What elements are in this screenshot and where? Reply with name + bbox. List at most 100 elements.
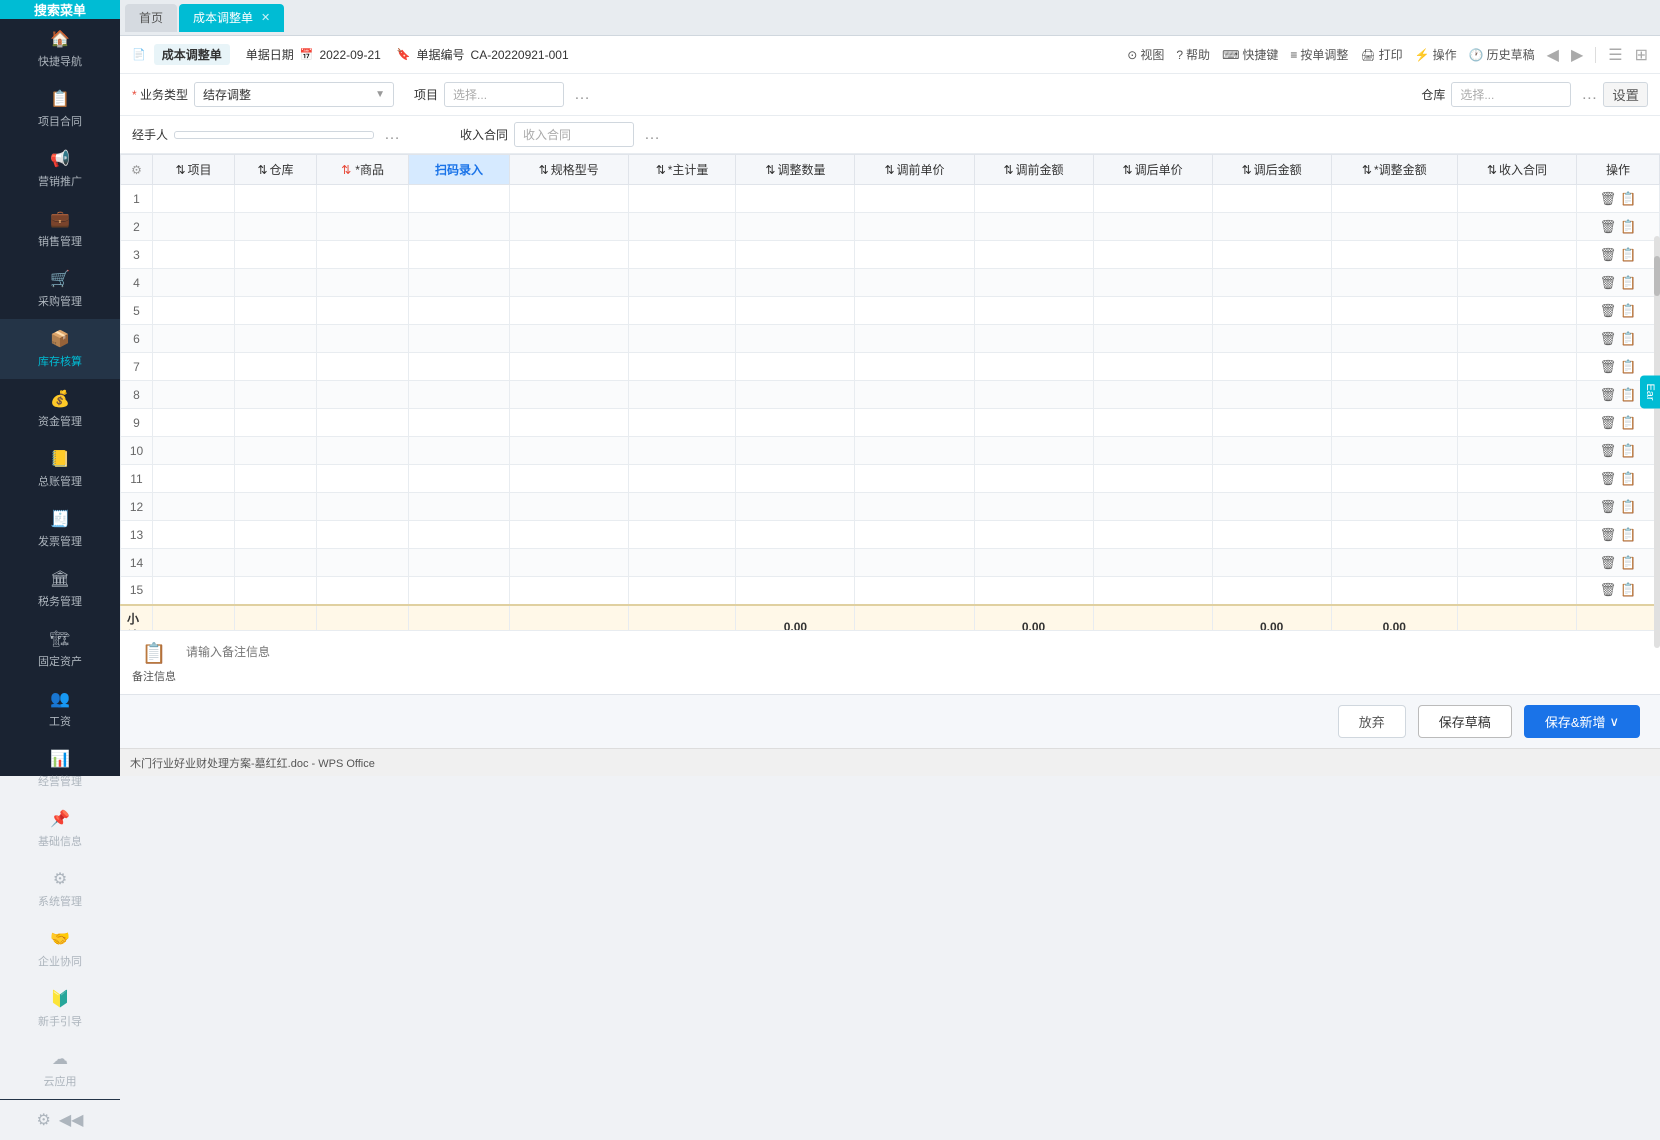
cell-2[interactable]	[316, 521, 408, 549]
cell-7[interactable]	[855, 409, 974, 437]
cell-3[interactable]	[409, 521, 509, 549]
sidebar-item-biz-collab[interactable]: 🤝 企业协同	[0, 919, 120, 979]
cell-0[interactable]	[153, 465, 235, 493]
agent-input[interactable]	[174, 131, 374, 139]
cell-10[interactable]	[1212, 325, 1331, 353]
cell-10[interactable]	[1212, 577, 1331, 605]
cell-2[interactable]	[316, 353, 408, 381]
cell-1[interactable]	[234, 521, 316, 549]
copy-row-icon[interactable]: 📋	[1620, 359, 1636, 375]
cell-6[interactable]	[736, 521, 855, 549]
tab-cost-adjust[interactable]: 成本调整单 ✕	[179, 4, 284, 32]
cell-9[interactable]	[1093, 241, 1212, 269]
cell-3[interactable]	[409, 269, 509, 297]
cell-12[interactable]	[1457, 325, 1576, 353]
cell-7[interactable]	[855, 493, 974, 521]
cell-2[interactable]	[316, 241, 408, 269]
action-operation[interactable]: ⚡ 操作	[1415, 46, 1457, 63]
cell-1[interactable]	[234, 465, 316, 493]
cell-9[interactable]	[1093, 213, 1212, 241]
cell-7[interactable]	[855, 185, 974, 213]
cell-4[interactable]	[509, 381, 628, 409]
cell-7[interactable]	[855, 325, 974, 353]
sidebar-item-payroll[interactable]: 👥 工资	[0, 679, 120, 739]
cell-1[interactable]	[234, 577, 316, 605]
copy-row-icon[interactable]: 📋	[1620, 582, 1636, 598]
cell-12[interactable]	[1457, 185, 1576, 213]
cell-8[interactable]	[974, 353, 1093, 381]
cell-7[interactable]	[855, 381, 974, 409]
sidebar-item-basic-info[interactable]: 📌 基础信息	[0, 799, 120, 859]
cell-7[interactable]	[855, 297, 974, 325]
cell-4[interactable]	[509, 297, 628, 325]
cell-11[interactable]	[1331, 185, 1457, 213]
agent-more-icon[interactable]: …	[384, 126, 400, 144]
cell-3[interactable]	[409, 297, 509, 325]
copy-row-icon[interactable]: 📋	[1620, 247, 1636, 263]
nav-prev[interactable]: ◀	[1547, 45, 1559, 65]
cell-5[interactable]	[628, 185, 736, 213]
cell-7[interactable]	[855, 549, 974, 577]
copy-row-icon[interactable]: 📋	[1620, 499, 1636, 515]
delete-row-icon[interactable]: 🗑	[1600, 275, 1617, 291]
cell-6[interactable]	[736, 577, 855, 605]
cell-1[interactable]	[234, 437, 316, 465]
cell-4[interactable]	[509, 549, 628, 577]
cell-7[interactable]	[855, 521, 974, 549]
cell-9[interactable]	[1093, 325, 1212, 353]
cell-11[interactable]	[1331, 381, 1457, 409]
cell-4[interactable]	[509, 269, 628, 297]
notes-input[interactable]	[186, 641, 1648, 663]
delete-row-icon[interactable]: 🗑	[1600, 582, 1617, 598]
view-list-icon[interactable]: ☰	[1608, 45, 1622, 65]
cell-11[interactable]	[1331, 325, 1457, 353]
cell-6[interactable]	[736, 213, 855, 241]
cell-8[interactable]	[974, 465, 1093, 493]
cell-3[interactable]	[409, 577, 509, 605]
cell-1[interactable]	[234, 381, 316, 409]
cell-10[interactable]	[1212, 465, 1331, 493]
cell-10[interactable]	[1212, 409, 1331, 437]
cell-0[interactable]	[153, 493, 235, 521]
cell-4[interactable]	[509, 577, 628, 605]
cell-0[interactable]	[153, 241, 235, 269]
view-grid-icon[interactable]: ⊞	[1635, 45, 1648, 65]
sidebar-item-cloud-app[interactable]: ☁ 云应用	[0, 1039, 120, 1099]
cell-3[interactable]	[409, 549, 509, 577]
cell-2[interactable]	[316, 325, 408, 353]
cell-8[interactable]	[974, 269, 1093, 297]
cell-2[interactable]	[316, 381, 408, 409]
cell-5[interactable]	[628, 213, 736, 241]
cell-9[interactable]	[1093, 353, 1212, 381]
action-help[interactable]: ? 帮助	[1176, 46, 1210, 63]
cell-6[interactable]	[736, 493, 855, 521]
cell-9[interactable]	[1093, 577, 1212, 605]
project-more-icon[interactable]: …	[574, 86, 590, 104]
copy-row-icon[interactable]: 📋	[1620, 331, 1636, 347]
cell-7[interactable]	[855, 577, 974, 605]
action-print[interactable]: 🖨 打印	[1360, 46, 1402, 63]
cell-0[interactable]	[153, 577, 235, 605]
cell-9[interactable]	[1093, 465, 1212, 493]
cell-7[interactable]	[855, 437, 974, 465]
cell-0[interactable]	[153, 353, 235, 381]
copy-row-icon[interactable]: 📋	[1620, 387, 1636, 403]
cell-3[interactable]	[409, 185, 509, 213]
copy-row-icon[interactable]: 📋	[1620, 415, 1636, 431]
cell-6[interactable]	[736, 269, 855, 297]
cell-7[interactable]	[855, 213, 974, 241]
cell-9[interactable]	[1093, 297, 1212, 325]
cell-11[interactable]	[1331, 465, 1457, 493]
col-settings[interactable]: ⚙	[121, 155, 153, 185]
save-new-button[interactable]: 保存&新增 ∨	[1524, 705, 1640, 738]
income-contract-more-icon[interactable]: …	[644, 126, 660, 144]
cell-0[interactable]	[153, 269, 235, 297]
delete-row-icon[interactable]: 🗑	[1600, 331, 1617, 347]
action-view[interactable]: ⊙ 视图	[1127, 46, 1164, 63]
cell-8[interactable]	[974, 437, 1093, 465]
scrollbar[interactable]	[1654, 236, 1660, 648]
copy-row-icon[interactable]: 📋	[1620, 275, 1636, 291]
cell-3[interactable]	[409, 409, 509, 437]
sidebar-item-new-guide[interactable]: 🔰 新手引导	[0, 979, 120, 1039]
right-edge-tab[interactable]: Ear	[1640, 375, 1660, 408]
